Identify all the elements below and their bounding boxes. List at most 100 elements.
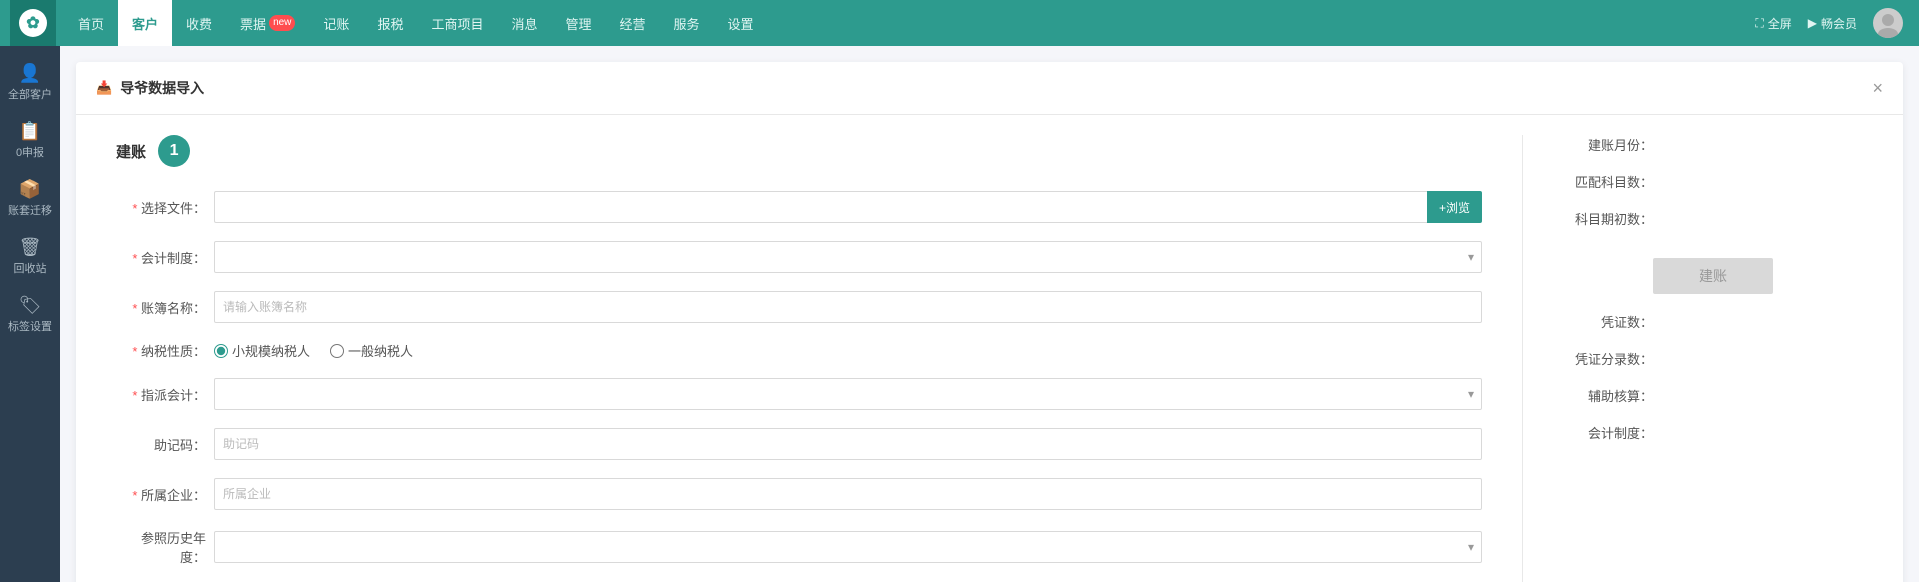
step-label: 建账	[116, 141, 146, 162]
sidebar-item-label-settings[interactable]: 🏷 标签设置	[0, 288, 60, 342]
form-section: 建账 1 * 选择文件： +浏览	[76, 135, 1523, 582]
tax-general-radio[interactable]	[330, 344, 344, 358]
nav-item-settings[interactable]: 设置	[714, 0, 768, 46]
accounting-label: * 会计制度：	[116, 248, 206, 267]
nav-item-business[interactable]: 工商项目	[417, 0, 497, 46]
voucher-entries-label: 凭证分录数：	[1563, 349, 1653, 368]
sidebar-item-recycle[interactable]: 🗑 回收站	[0, 230, 60, 284]
nav-item-home[interactable]: 首页	[64, 0, 118, 46]
nav-item-manage[interactable]: 管理	[551, 0, 605, 46]
info-accounting-label: 会计制度：	[1563, 423, 1653, 442]
nav-item-bookkeeping[interactable]: 记账	[309, 0, 363, 46]
migrate-icon: 📦	[19, 180, 41, 198]
file-text-input[interactable]	[214, 191, 1427, 223]
accountant-select-wrap	[214, 378, 1482, 410]
layout: 👤 全部客户 📋 0申报 📦 账套迁移 🗑 回收站 🏷 标签设置 📥 导爷数据导…	[0, 46, 1919, 582]
nav-item-operation[interactable]: 经营	[606, 0, 660, 46]
voucher-entries-row: 凭证分录数：	[1563, 349, 1863, 368]
nav-item-ticket[interactable]: 票据 new	[226, 0, 309, 46]
info-accounting-row: 会计制度：	[1563, 423, 1863, 442]
modal-title: 导爷数据导入	[120, 78, 204, 98]
voucher-label: 凭证数：	[1563, 312, 1653, 331]
nav-item-tax[interactable]: 报税	[363, 0, 417, 46]
period-label: 科目期初数：	[1563, 209, 1653, 228]
avatar[interactable]	[1873, 8, 1903, 38]
modal-wrapper: 📥 导爷数据导入 × 建账 1 * 选择文件：	[76, 62, 1903, 582]
history-label: 参照历史年度：	[116, 528, 206, 566]
accountant-row: * 指派会计：	[116, 378, 1482, 410]
info-section: 建账月份： 匹配科目数： 科目期初数： 建账 凭证数：	[1523, 135, 1903, 582]
tax-small-scale-label: 小规模纳税人	[232, 341, 310, 360]
auxiliary-row: 辅助核算：	[1563, 386, 1863, 405]
ledger-row: * 账簿名称：	[116, 291, 1482, 323]
sidebar-item-all-clients[interactable]: 👤 全部客户	[0, 56, 60, 110]
nav-item-service[interactable]: 服务	[660, 0, 714, 46]
memo-input-wrap	[214, 428, 1482, 460]
tax-general[interactable]: 一般纳税人	[330, 341, 413, 360]
trash-icon: 🗑	[19, 238, 42, 256]
logo: ✿	[10, 0, 56, 46]
accounting-row: * 会计制度：	[116, 241, 1482, 273]
close-button[interactable]: ×	[1872, 78, 1883, 99]
sidebar-item-zero-report[interactable]: 📋 0申报	[0, 114, 60, 168]
accounting-select-wrap	[214, 241, 1482, 273]
fullscreen-btn[interactable]: ⛶ 全屏	[1755, 15, 1791, 32]
memo-label: 助记码：	[116, 435, 206, 454]
logo-icon: ✿	[19, 9, 47, 37]
new-badge: new	[269, 15, 295, 31]
main-content: 📥 导爷数据导入 × 建账 1 * 选择文件：	[60, 46, 1919, 582]
memo-row: 助记码：	[116, 428, 1482, 460]
tax-radio-group: 小规模纳税人 一般纳税人	[214, 341, 1482, 360]
modal-body: 建账 1 * 选择文件： +浏览	[76, 115, 1903, 582]
file-label: * 选择文件：	[116, 198, 206, 217]
history-select-wrap	[214, 531, 1482, 563]
step-circle: 1	[158, 135, 190, 167]
browse-button[interactable]: +浏览	[1427, 191, 1482, 223]
match-label: 匹配科目数：	[1563, 172, 1653, 191]
sidebar-item-migration[interactable]: 📦 账套迁移	[0, 172, 60, 226]
period-row: 科目期初数：	[1563, 209, 1863, 228]
company-input[interactable]	[214, 478, 1482, 510]
company-label: * 所属企业：	[116, 485, 206, 504]
nav-item-client[interactable]: 客户	[118, 0, 172, 46]
month-label: 建账月份：	[1563, 135, 1653, 154]
ledger-label: * 账簿名称：	[116, 298, 206, 317]
file-input-wrap: +浏览	[214, 191, 1482, 223]
history-row: 参照历史年度：	[116, 528, 1482, 566]
tax-small-scale[interactable]: 小规模纳税人	[214, 341, 310, 360]
voucher-row: 凭证数：	[1563, 312, 1863, 331]
user-icon: 👤	[19, 64, 41, 82]
file-row: * 选择文件： +浏览	[116, 191, 1482, 223]
accounting-select[interactable]	[214, 241, 1482, 273]
build-account-button[interactable]: 建账	[1653, 258, 1773, 294]
tax-row: * 纳税性质： 小规模纳税人 一般纳税人	[116, 341, 1482, 360]
modal-header: 📥 导爷数据导入 ×	[76, 62, 1903, 115]
history-select[interactable]	[214, 531, 1482, 563]
step-header: 建账 1	[116, 135, 1482, 167]
match-row: 匹配科目数：	[1563, 172, 1863, 191]
nav-right: ⛶ 全屏 ▶ 畅会员	[1755, 8, 1903, 38]
nav-item-charge[interactable]: 收费	[172, 0, 226, 46]
accountant-label: * 指派会计：	[116, 385, 206, 404]
tax-general-label: 一般纳税人	[348, 341, 413, 360]
fullscreen-icon: ⛶	[1755, 16, 1763, 31]
auxiliary-label: 辅助核算：	[1563, 386, 1653, 405]
accountant-select[interactable]	[214, 378, 1482, 410]
vip-btn[interactable]: ▶ 畅会员	[1808, 15, 1857, 32]
company-row: * 所属企业：	[116, 478, 1482, 510]
nav-item-message[interactable]: 消息	[497, 0, 551, 46]
tax-label: * 纳税性质：	[116, 341, 206, 360]
ledger-input[interactable]	[214, 291, 1482, 323]
nav-items: 首页 客户 收费 票据 new 记账 报税 工商项目 消息 管理 经营	[64, 0, 1755, 46]
company-input-wrap	[214, 478, 1482, 510]
tag-icon: 🏷	[19, 296, 42, 314]
memo-input[interactable]	[214, 428, 1482, 460]
top-nav: ✿ 首页 客户 收费 票据 new 记账 报税 工商项目 消息 管理	[0, 0, 1919, 46]
ledger-input-wrap	[214, 291, 1482, 323]
sidebar: 👤 全部客户 📋 0申报 📦 账套迁移 🗑 回收站 🏷 标签设置	[0, 46, 60, 582]
modal-title-icon: 📥	[96, 80, 112, 96]
report-icon: 📋	[19, 122, 41, 140]
play-icon: ▶	[1808, 16, 1817, 30]
tax-small-scale-radio[interactable]	[214, 344, 228, 358]
month-row: 建账月份：	[1563, 135, 1863, 154]
